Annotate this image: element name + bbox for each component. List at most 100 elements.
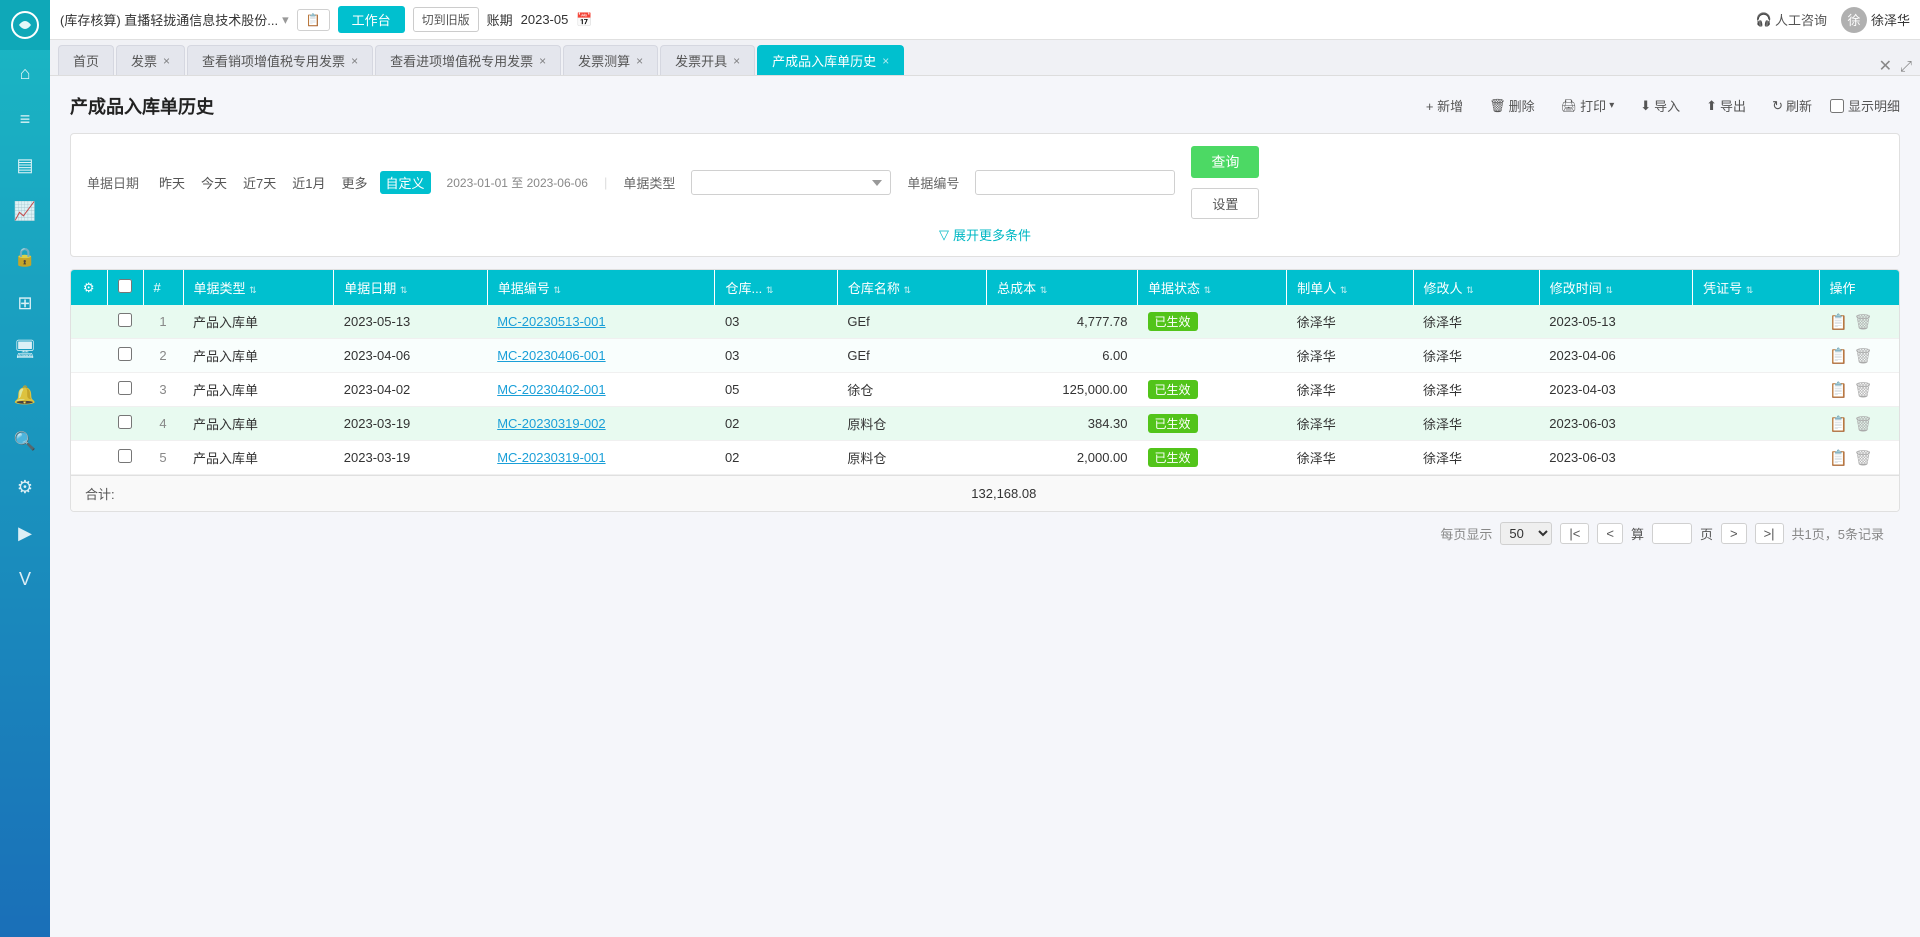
sidebar-icon-monitor[interactable]: 🖥 [0, 326, 50, 372]
new-btn[interactable]: + 新增 [1418, 92, 1471, 119]
company-selector[interactable]: (库存核算) 直播轻拢通信息技术股份... ▾ [60, 10, 289, 29]
td-checkbox-0[interactable] [107, 305, 143, 339]
sidebar-icon-search[interactable]: 🔍 [0, 418, 50, 464]
workbench-btn[interactable]: 工作台 [338, 6, 405, 33]
th-creator[interactable]: 制单人 ⇅ [1287, 270, 1413, 305]
shortcut-yesterday[interactable]: 昨天 [155, 172, 189, 193]
row-checkbox-4[interactable] [118, 449, 132, 463]
row-checkbox-0[interactable] [118, 313, 132, 327]
th-checkbox[interactable] [107, 270, 143, 305]
sidebar-icon-gear[interactable]: ⚙ [0, 464, 50, 510]
display-toggle-checkbox[interactable] [1830, 99, 1844, 113]
tab-close-purchase-vat[interactable]: × [539, 54, 546, 68]
td-checkbox-2[interactable] [107, 373, 143, 407]
row-edit-2[interactable]: 📋 [1829, 381, 1848, 399]
query-btn[interactable]: 查询 [1191, 146, 1259, 178]
th-settings[interactable]: ⚙ [71, 270, 107, 305]
sidebar-icon-v-logo[interactable]: V [0, 556, 50, 602]
delete-btn[interactable]: 🗑 删除 [1481, 92, 1543, 119]
import-btn[interactable]: ⬇ 导入 [1632, 92, 1688, 119]
sidebar-icon-home[interactable]: ⌂ [0, 50, 50, 96]
td-wname-2: 徐仓 [837, 373, 986, 407]
sidebar-icon-chart-bar[interactable]: ▤ [0, 142, 50, 188]
app-logo[interactable] [0, 0, 50, 50]
row-edit-4[interactable]: 📋 [1829, 449, 1848, 467]
shortcut-7days[interactable]: 近7天 [239, 172, 280, 193]
page-number-input[interactable]: 1 [1652, 523, 1692, 544]
th-warehouse-code[interactable]: 仓库... ⇅ [715, 270, 837, 305]
td-number-0[interactable]: MC-20230513-001 [487, 305, 715, 339]
sidebar-icon-document[interactable]: ≡ [0, 96, 50, 142]
shortcut-1month[interactable]: 近1月 [288, 172, 329, 193]
td-number-2[interactable]: MC-20230402-001 [487, 373, 715, 407]
row-edit-1[interactable]: 📋 [1829, 347, 1848, 365]
th-modify-time[interactable]: 修改时间 ⇅ [1539, 270, 1692, 305]
tab-sales-vat[interactable]: 查看销项增值税专用发票× [187, 45, 373, 75]
row-delete-1[interactable]: 🗑 [1854, 347, 1873, 365]
sidebar-icon-clock[interactable]: 🔔 [0, 372, 50, 418]
td-number-4[interactable]: MC-20230319-001 [487, 441, 715, 475]
expand-tabs-btn[interactable]: ⤢ [1900, 58, 1912, 75]
refresh-btn[interactable]: ↻ 刷新 [1764, 92, 1820, 119]
row-edit-3[interactable]: 📋 [1829, 415, 1848, 433]
calendar-icon[interactable]: 📅 [576, 12, 592, 28]
th-total-cost[interactable]: 总成本 ⇅ [987, 270, 1138, 305]
tab-purchase-vat[interactable]: 查看进项增值税专用发票× [375, 45, 561, 75]
tab-close-invoice-open[interactable]: × [733, 54, 740, 68]
tab-product-history[interactable]: 产成品入库单历史× [757, 45, 904, 75]
next-page-btn[interactable]: > [1721, 523, 1747, 544]
tab-invoice[interactable]: 发票× [116, 45, 185, 75]
help-btn[interactable]: 🎧 人工咨询 [1756, 10, 1827, 29]
first-page-btn[interactable]: |< [1560, 523, 1589, 544]
copy-btn[interactable]: 📋 [297, 9, 330, 31]
prev-page-btn[interactable]: < [1597, 523, 1623, 544]
shortcut-more[interactable]: 更多 [338, 172, 372, 193]
tab-close-sales-vat[interactable]: × [351, 54, 358, 68]
row-delete-4[interactable]: 🗑 [1854, 449, 1873, 467]
row-delete-2[interactable]: 🗑 [1854, 381, 1873, 399]
td-checkbox-4[interactable] [107, 441, 143, 475]
tab-invoice-open[interactable]: 发票开具× [660, 45, 755, 75]
td-checkbox-3[interactable] [107, 407, 143, 441]
shortcut-today[interactable]: 今天 [197, 172, 231, 193]
row-checkbox-1[interactable] [118, 347, 132, 361]
number-filter-input[interactable] [975, 170, 1175, 195]
tab-close-invoice[interactable]: × [163, 54, 170, 68]
select-all-checkbox[interactable] [118, 279, 132, 293]
type-filter-select[interactable]: 产品入库单 [691, 170, 891, 195]
th-voucher[interactable]: 凭证号 ⇅ [1693, 270, 1819, 305]
tab-invoice-calc[interactable]: 发票测算× [563, 45, 658, 75]
row-delete-3[interactable]: 🗑 [1854, 415, 1873, 433]
row-edit-0[interactable]: 📋 [1829, 313, 1848, 331]
row-delete-0[interactable]: 🗑 [1854, 313, 1873, 331]
th-modifier[interactable]: 修改人 ⇅ [1413, 270, 1539, 305]
set-btn[interactable]: 设置 [1191, 188, 1259, 219]
expand-more-btn[interactable]: ▽ 展开更多条件 [87, 219, 1883, 244]
per-page-select[interactable]: 50 20 100 [1500, 522, 1552, 545]
row-checkbox-3[interactable] [118, 415, 132, 429]
th-status[interactable]: 单据状态 ⇅ [1138, 270, 1287, 305]
th-number[interactable]: 单据编号 ⇅ [487, 270, 715, 305]
td-checkbox-1[interactable] [107, 339, 143, 373]
tab-close-product-history[interactable]: × [882, 54, 889, 68]
th-type[interactable]: 单据类型 ⇅ [183, 270, 334, 305]
row-checkbox-2[interactable] [118, 381, 132, 395]
th-date[interactable]: 单据日期 ⇅ [334, 270, 487, 305]
close-all-tabs-btn[interactable]: ✕ [1879, 59, 1892, 75]
sidebar-icon-grid[interactable]: ⊞ [0, 280, 50, 326]
sidebar-icon-shield[interactable]: 🔒 [0, 234, 50, 280]
td-number-3[interactable]: MC-20230319-002 [487, 407, 715, 441]
tab-home[interactable]: 首页 [58, 45, 114, 75]
switch-btn[interactable]: 切到旧版 [413, 7, 479, 32]
last-page-btn[interactable]: >| [1755, 523, 1784, 544]
tab-close-invoice-calc[interactable]: × [636, 54, 643, 68]
print-btn[interactable]: 🖨 打印 ▾ [1553, 92, 1623, 119]
user-menu[interactable]: 徐 徐泽华 [1841, 7, 1910, 33]
td-number-1[interactable]: MC-20230406-001 [487, 339, 715, 373]
sidebar-icon-analytics[interactable]: 📈 [0, 188, 50, 234]
export-btn[interactable]: ⬆ 导出 [1698, 92, 1754, 119]
th-warehouse-name[interactable]: 仓库名称 ⇅ [837, 270, 986, 305]
shortcut-custom[interactable]: 自定义 [380, 171, 431, 194]
sidebar-icon-play[interactable]: ▶ [0, 510, 50, 556]
display-toggle[interactable]: 显示明细 [1830, 96, 1900, 115]
